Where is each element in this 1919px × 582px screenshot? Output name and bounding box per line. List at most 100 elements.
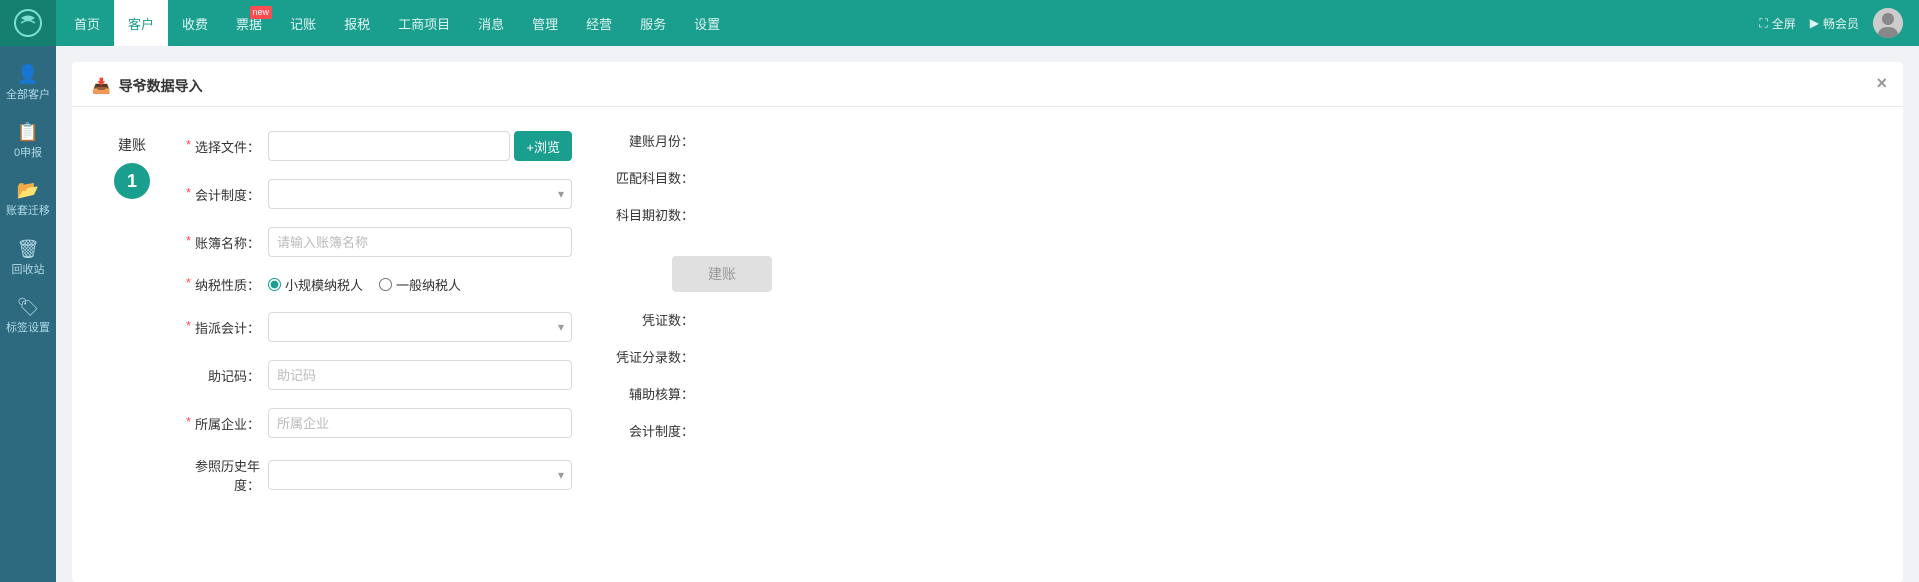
period-initial-row: 科目期初数：	[612, 205, 832, 224]
accounting-system-right-row: 会计制度：	[612, 421, 832, 440]
panel: 📥 导爷数据导入 × 建账 1 选择文件：	[72, 62, 1903, 582]
accounting-system-right-label: 会计制度：	[612, 421, 702, 440]
accounting-system-label: 会计制度：	[188, 185, 268, 204]
tax-small-radio[interactable]: 小规模纳税人	[268, 275, 363, 294]
vip-btn[interactable]: ▶ 畅会员	[1810, 15, 1859, 32]
nav-settings[interactable]: 设置	[680, 0, 734, 46]
select-file-label: 选择文件：	[188, 137, 268, 156]
tags-icon: 🏷	[17, 297, 40, 318]
declaration-icon: 📋	[17, 122, 39, 143]
play-icon: ▶	[1810, 16, 1819, 30]
nav-bookkeeping[interactable]: 记账	[276, 0, 330, 46]
ledger-name-label: 账簿名称：	[188, 233, 268, 252]
voucher-count-row: 凭证数：	[612, 310, 832, 329]
nav-right: ⛶ 全屏 ▶ 畅会员	[1759, 8, 1919, 38]
nav-items: 首页 客户 收费 票据 new 记账 报税 工商项目 消息 管理 经营 服务 设…	[56, 0, 1759, 46]
aux-accounting-row: 辅助核算：	[612, 384, 832, 403]
nav-fee[interactable]: 收费	[168, 0, 222, 46]
step-circle: 1	[114, 163, 150, 199]
match-subjects-label: 匹配科目数：	[612, 168, 702, 187]
tax-type-radio-group: 小规模纳税人 一般纳税人	[268, 275, 572, 294]
step-section: 建账 1	[92, 131, 172, 512]
ledger-name-input[interactable]	[268, 227, 572, 257]
nav-message[interactable]: 消息	[464, 0, 518, 46]
avatar[interactable]	[1873, 8, 1903, 38]
match-subjects-row: 匹配科目数：	[612, 168, 832, 187]
sidebar-item-label-1: 0申报	[14, 147, 42, 160]
ref-year-select-wrapper	[268, 460, 572, 490]
sidebar-item-migration[interactable]: 📂 账套迁移	[0, 170, 56, 228]
sidebar: 👤 全部客户 📋 0申报 📂 账套迁移 🗑 回收站 🏷 标签设置	[0, 46, 56, 582]
tax-general-radio[interactable]: 一般纳税人	[379, 275, 461, 294]
assign-accountant-label: 指派会计：	[188, 318, 268, 337]
tax-small-radio-input[interactable]	[268, 278, 281, 291]
build-button[interactable]: 建账	[672, 256, 772, 292]
close-button[interactable]: ×	[1876, 74, 1887, 92]
ref-year-label: 参照历史年度：	[188, 456, 268, 494]
voucher-count-label: 凭证数：	[612, 310, 702, 329]
ref-year-row: 参照历史年度：	[188, 456, 572, 494]
affiliated-company-input[interactable]	[268, 408, 572, 438]
import-icon: 📥	[92, 77, 111, 95]
memo-code-label: 助记码：	[188, 366, 268, 385]
memo-code-input[interactable]	[268, 360, 572, 390]
voucher-entries-label: 凭证分录数：	[612, 347, 702, 366]
top-nav: 首页 客户 收费 票据 new 记账 报税 工商项目 消息 管理 经营 服务 设…	[0, 0, 1919, 46]
sidebar-item-all-customers[interactable]: 👤 全部客户	[0, 54, 56, 112]
nav-tax[interactable]: 报税	[330, 0, 384, 46]
build-month-label: 建账月份：	[612, 131, 702, 150]
nav-operation[interactable]: 经营	[572, 0, 626, 46]
tax-general-radio-input[interactable]	[379, 278, 392, 291]
logo[interactable]	[0, 0, 56, 46]
sidebar-item-declaration[interactable]: 📋 0申报	[0, 112, 56, 170]
accounting-system-select-wrapper	[268, 179, 572, 209]
ref-year-select[interactable]	[268, 460, 572, 490]
migration-icon: 📂	[17, 180, 39, 201]
sidebar-item-label-3: 回收站	[12, 264, 45, 277]
panel-title: 导爷数据导入	[119, 76, 203, 96]
fullscreen-btn[interactable]: ⛶ 全屏	[1759, 15, 1795, 32]
all-customers-icon: 👤	[17, 64, 39, 85]
nav-invoice[interactable]: 票据 new	[222, 0, 276, 46]
build-btn-area: 建账	[612, 256, 832, 292]
build-month-row: 建账月份：	[612, 131, 832, 150]
tax-small-label: 小规模纳税人	[285, 275, 363, 294]
sidebar-item-tags[interactable]: 🏷 标签设置	[0, 287, 56, 345]
form-left: 选择文件： +浏览 会计制度：	[172, 131, 572, 512]
trash-icon: 🗑	[17, 239, 40, 260]
step-label: 建账	[118, 135, 146, 155]
tax-type-label: 纳税性质：	[188, 275, 268, 294]
sidebar-item-trash[interactable]: 🗑 回收站	[0, 229, 56, 287]
assign-accountant-select[interactable]	[268, 312, 572, 342]
assign-accountant-select-wrapper	[268, 312, 572, 342]
form-right: 建账月份： 匹配科目数： 科目期初数： 建账	[572, 131, 832, 512]
nav-management[interactable]: 管理	[518, 0, 572, 46]
accounting-system-row: 会计制度：	[188, 179, 572, 209]
affiliated-company-label: 所属企业：	[188, 414, 268, 433]
nav-customer[interactable]: 客户	[114, 0, 168, 46]
main-content: 📥 导爷数据导入 × 建账 1 选择文件：	[56, 46, 1919, 582]
panel-header: 📥 导爷数据导入 ×	[72, 62, 1903, 107]
accounting-system-select[interactable]	[268, 179, 572, 209]
nav-service[interactable]: 服务	[626, 0, 680, 46]
assign-accountant-row: 指派会计：	[188, 312, 572, 342]
sidebar-item-label-2: 账套迁移	[6, 205, 50, 218]
fullscreen-icon: ⛶	[1759, 16, 1767, 31]
badge-new: new	[250, 6, 273, 19]
nav-home[interactable]: 首页	[60, 0, 114, 46]
panel-body: 建账 1 选择文件： +浏览 会计制度：	[72, 107, 1903, 532]
file-input[interactable]	[268, 131, 510, 161]
affiliated-company-row: 所属企业：	[188, 408, 572, 438]
sidebar-item-label-4: 标签设置	[6, 322, 50, 335]
aux-accounting-label: 辅助核算：	[612, 384, 702, 403]
select-file-row: 选择文件： +浏览	[188, 131, 572, 161]
nav-business[interactable]: 工商项目	[384, 0, 464, 46]
ledger-name-row: 账簿名称：	[188, 227, 572, 257]
browse-button[interactable]: +浏览	[514, 131, 572, 161]
sidebar-item-label-0: 全部客户	[6, 89, 50, 102]
memo-code-row: 助记码：	[188, 360, 572, 390]
period-initial-label: 科目期初数：	[612, 205, 702, 224]
file-input-group: +浏览	[268, 131, 572, 161]
tax-general-label: 一般纳税人	[396, 275, 461, 294]
layout: 👤 全部客户 📋 0申报 📂 账套迁移 🗑 回收站 🏷 标签设置 📥 导爷数据导…	[0, 46, 1919, 582]
